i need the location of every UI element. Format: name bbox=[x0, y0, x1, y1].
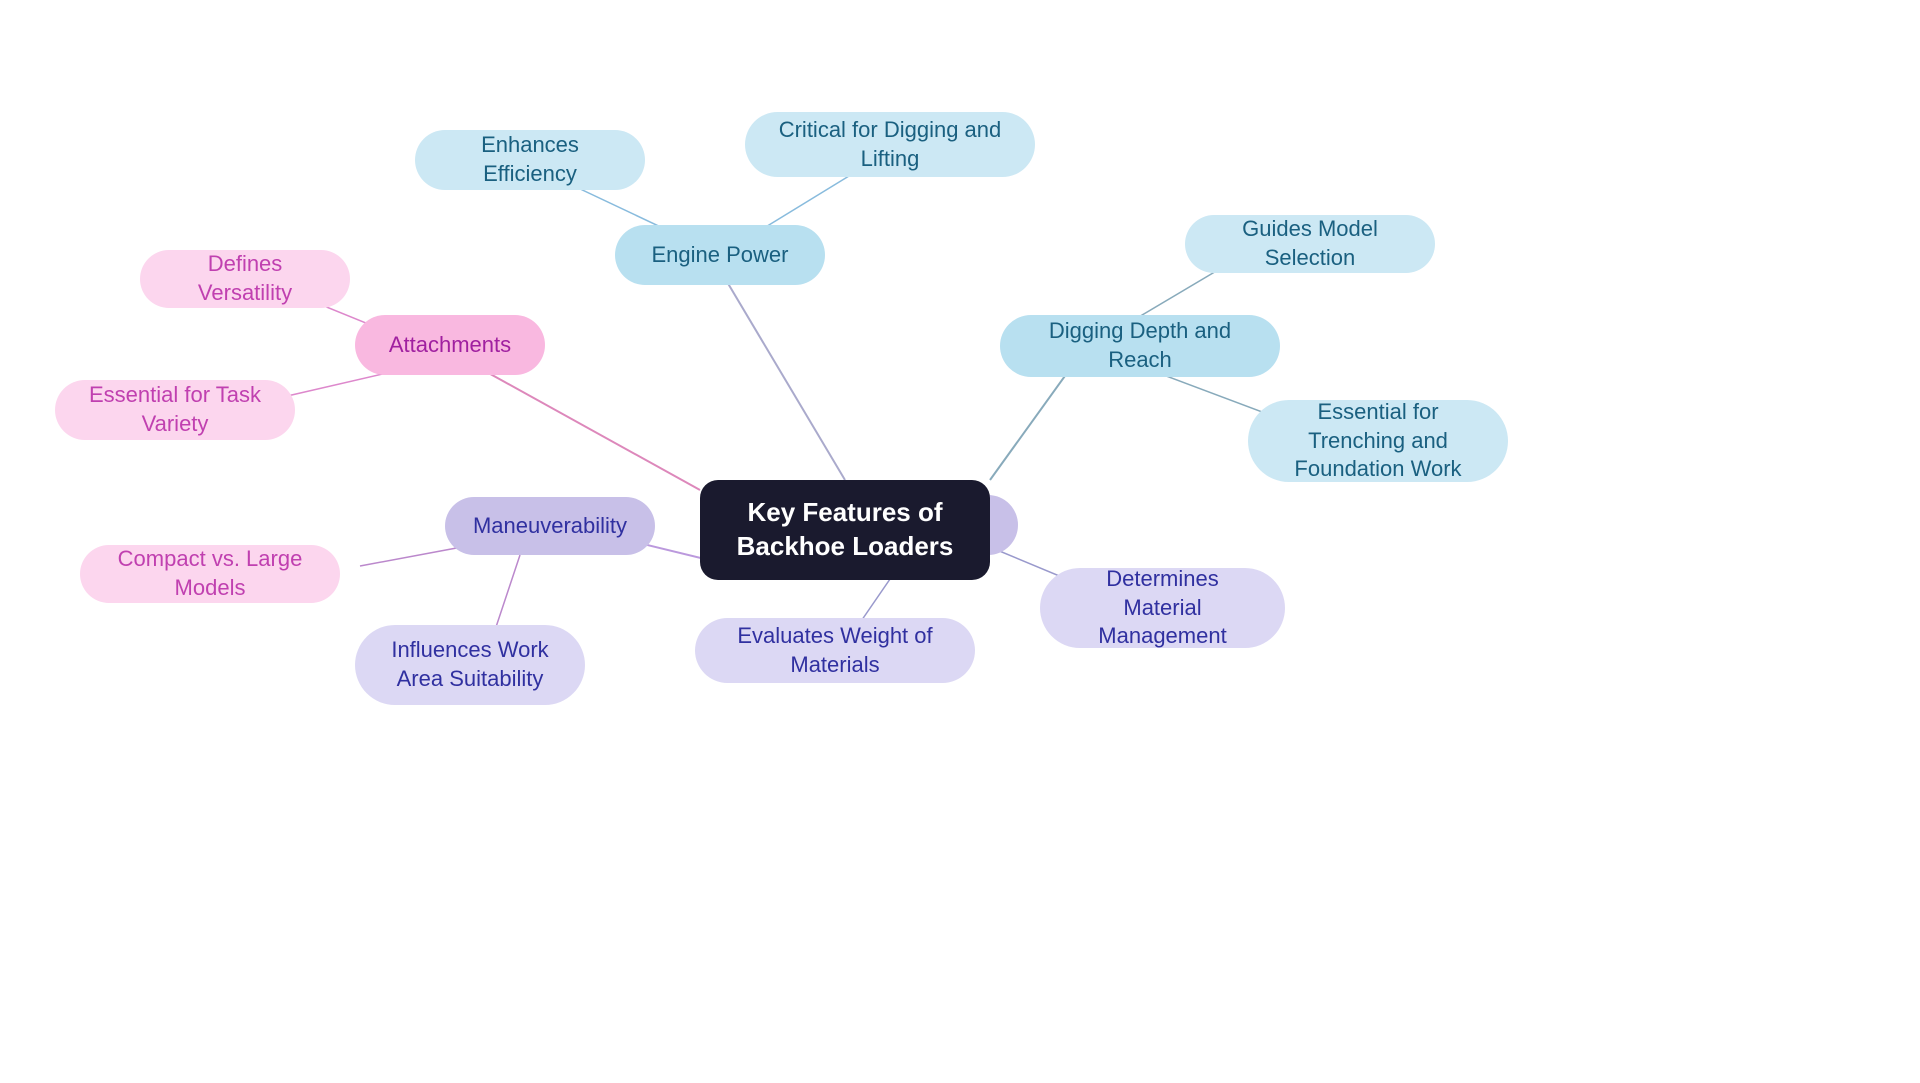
determines-material-node: Determines Material Management bbox=[1040, 568, 1285, 648]
evaluates-weight-node: Evaluates Weight of Materials bbox=[695, 618, 975, 683]
attachments-node: Attachments bbox=[355, 315, 545, 375]
essential-task-variety-node: Essential for Task Variety bbox=[55, 380, 295, 440]
center-node: Key Features of Backhoe Loaders bbox=[700, 480, 990, 580]
digging-depth-node: Digging Depth and Reach bbox=[1000, 315, 1280, 377]
critical-digging-node: Critical for Digging and Lifting bbox=[745, 112, 1035, 177]
essential-trenching-node: Essential for Trenching and Foundation W… bbox=[1248, 400, 1508, 482]
compact-large-node: Compact vs. Large Models bbox=[80, 545, 340, 603]
engine-power-node: Engine Power bbox=[615, 225, 825, 285]
influences-work-node: Influences Work Area Suitability bbox=[355, 625, 585, 705]
mind-map-canvas: Key Features of Backhoe Loaders Engine P… bbox=[0, 0, 1920, 1083]
maneuverability-node: Maneuverability bbox=[445, 497, 655, 555]
enhances-efficiency-node: Enhances Efficiency bbox=[415, 130, 645, 190]
guides-model-node: Guides Model Selection bbox=[1185, 215, 1435, 273]
defines-versatility-node: Defines Versatility bbox=[140, 250, 350, 308]
